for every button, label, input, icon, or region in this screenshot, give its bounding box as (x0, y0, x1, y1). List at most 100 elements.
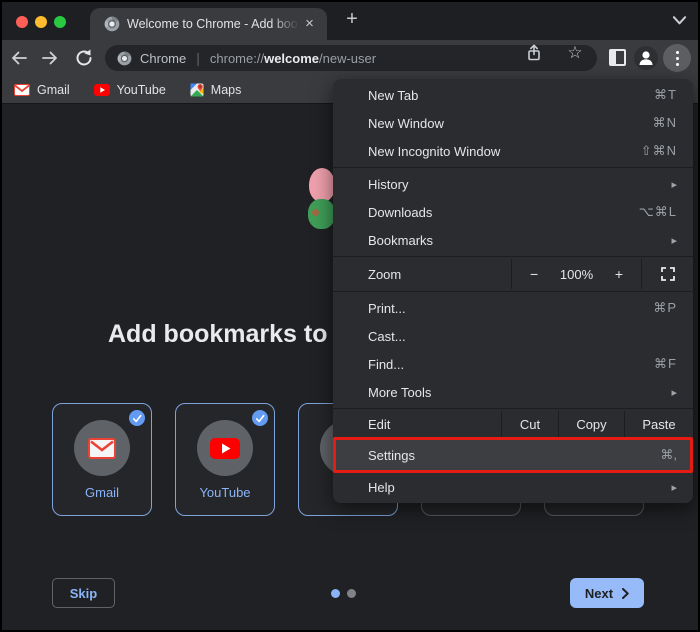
menu-item-label: Help (368, 480, 395, 495)
new-tab-button[interactable]: + (341, 9, 363, 31)
fullscreen-button[interactable] (642, 259, 693, 289)
bookmark-card-youtube[interactable]: YouTube (175, 403, 275, 516)
chrome-favicon-icon (104, 16, 120, 32)
menu-item-label: New Incognito Window (368, 144, 500, 159)
youtube-icon (94, 84, 110, 96)
card-icon-circle (197, 420, 253, 476)
bookmark-card-gmail[interactable]: Gmail (52, 403, 152, 516)
side-panel-icon[interactable] (609, 49, 626, 66)
menu-item-label: Find... (368, 357, 404, 372)
bookmark-gmail[interactable]: Gmail (14, 83, 70, 97)
menu-item-new-window[interactable]: New Window ⌘N (333, 109, 693, 137)
bookmark-label: Maps (211, 83, 242, 97)
copy-button[interactable]: Copy (558, 411, 624, 437)
tab-title: Welcome to Chrome - Add boo (127, 17, 299, 31)
submenu-arrow-icon: ▸ (671, 386, 677, 399)
menu-item-label: Downloads (368, 205, 432, 220)
zoom-value: 100% (560, 267, 593, 282)
gmail-icon (14, 84, 30, 96)
menu-item-bookmarks[interactable]: Bookmarks ▸ (333, 226, 693, 254)
menu-separator (333, 408, 693, 409)
card-label: Gmail (53, 485, 151, 500)
reload-button[interactable] (74, 48, 94, 68)
menu-item-settings-highlighted[interactable]: Settings ⌘, (333, 437, 693, 473)
cut-label: Cut (520, 417, 540, 432)
menu-item-print[interactable]: Print... ⌘P (333, 294, 693, 322)
zoom-out-button[interactable]: − (530, 266, 538, 282)
pagination-dot[interactable] (347, 589, 356, 598)
person-icon (634, 46, 658, 70)
skip-button-label: Skip (70, 586, 97, 601)
menu-separator (333, 291, 693, 292)
chevron-right-icon (622, 588, 629, 599)
menu-item-history[interactable]: History ▸ (333, 170, 693, 198)
menu-item-shortcut: ⌘T (654, 87, 677, 103)
menu-item-cast[interactable]: Cast... (333, 322, 693, 350)
next-button[interactable]: Next (570, 578, 644, 608)
toolbar: Chrome | chrome://welcome/new-user ☆ (0, 40, 700, 76)
menu-item-downloads[interactable]: Downloads ⌥⌘L (333, 198, 693, 226)
pagination-dot-active[interactable] (331, 589, 340, 598)
menu-item-new-tab[interactable]: New Tab ⌘T (333, 81, 693, 109)
menu-item-zoom: Zoom − 100% + (333, 259, 693, 289)
zoom-in-button[interactable]: + (615, 266, 623, 282)
menu-item-more-tools[interactable]: More Tools ▸ (333, 378, 693, 406)
profile-avatar[interactable] (634, 46, 658, 70)
paste-label: Paste (642, 417, 675, 432)
submenu-arrow-icon: ▸ (671, 481, 677, 494)
share-icon[interactable] (525, 44, 543, 62)
url-scheme: chrome:// (210, 51, 264, 66)
selected-check-icon (252, 410, 268, 426)
menu-item-label: Cast... (368, 329, 406, 344)
submenu-arrow-icon: ▸ (671, 178, 677, 191)
bookmark-star-icon[interactable]: ☆ (566, 44, 584, 62)
zoom-window-button[interactable] (54, 16, 66, 28)
menu-item-shortcut: ⌘F (654, 356, 677, 372)
card-label: YouTube (176, 485, 274, 500)
edit-label: Edit (368, 417, 390, 432)
menu-item-shortcut: ⌘, (660, 447, 677, 463)
url-path: /new-user (319, 51, 376, 66)
illustration-pot (312, 209, 319, 216)
minimize-window-button[interactable] (35, 16, 47, 28)
copy-label: Copy (576, 417, 606, 432)
url-separator: | (196, 50, 200, 66)
url-host: welcome (264, 51, 319, 66)
selected-check-icon (129, 410, 145, 426)
youtube-icon (210, 438, 240, 459)
chrome-app-menu: New Tab ⌘T New Window ⌘N New Incognito W… (333, 79, 693, 503)
menu-item-find[interactable]: Find... ⌘F (333, 350, 693, 378)
menu-item-label: Bookmarks (368, 233, 433, 248)
address-bar[interactable]: Chrome | chrome://welcome/new-user (105, 45, 597, 71)
illustration-flower (309, 168, 335, 202)
cut-button[interactable]: Cut (501, 411, 558, 437)
browser-tab[interactable]: Welcome to Chrome - Add boo × (90, 8, 327, 40)
bookmark-youtube[interactable]: YouTube (94, 83, 166, 97)
bookmark-label: Gmail (37, 83, 70, 97)
gmail-icon (88, 438, 116, 459)
menu-item-label: New Window (368, 116, 444, 131)
menu-item-new-incognito-window[interactable]: New Incognito Window ⇧⌘N (333, 137, 693, 165)
chevron-down-icon[interactable] (672, 15, 687, 26)
bookmark-label: YouTube (117, 83, 166, 97)
page-title: Add bookmarks to yo (108, 320, 364, 349)
menu-item-edit: Edit Cut Copy Paste (333, 411, 693, 437)
menu-item-shortcut: ⌥⌘L (639, 204, 677, 220)
browser-window: Welcome to Chrome - Add boo × + Chro (0, 0, 700, 632)
menu-item-label: History (368, 177, 408, 192)
submenu-arrow-icon: ▸ (671, 234, 677, 247)
skip-button[interactable]: Skip (52, 578, 115, 608)
menu-item-label: More Tools (368, 385, 431, 400)
close-window-button[interactable] (16, 16, 28, 28)
browser-menu-button[interactable] (663, 44, 691, 72)
forward-button[interactable] (40, 48, 60, 68)
tab-close-icon[interactable]: × (300, 14, 319, 33)
back-button[interactable] (9, 48, 29, 68)
site-label: Chrome (140, 51, 186, 66)
bookmark-maps[interactable]: Maps (190, 83, 242, 97)
menu-item-help[interactable]: Help ▸ (333, 473, 693, 501)
paste-button[interactable]: Paste (624, 411, 693, 437)
menu-item-label: Print... (368, 301, 406, 316)
menu-item-label: Settings (368, 448, 415, 463)
fullscreen-icon (661, 267, 675, 281)
